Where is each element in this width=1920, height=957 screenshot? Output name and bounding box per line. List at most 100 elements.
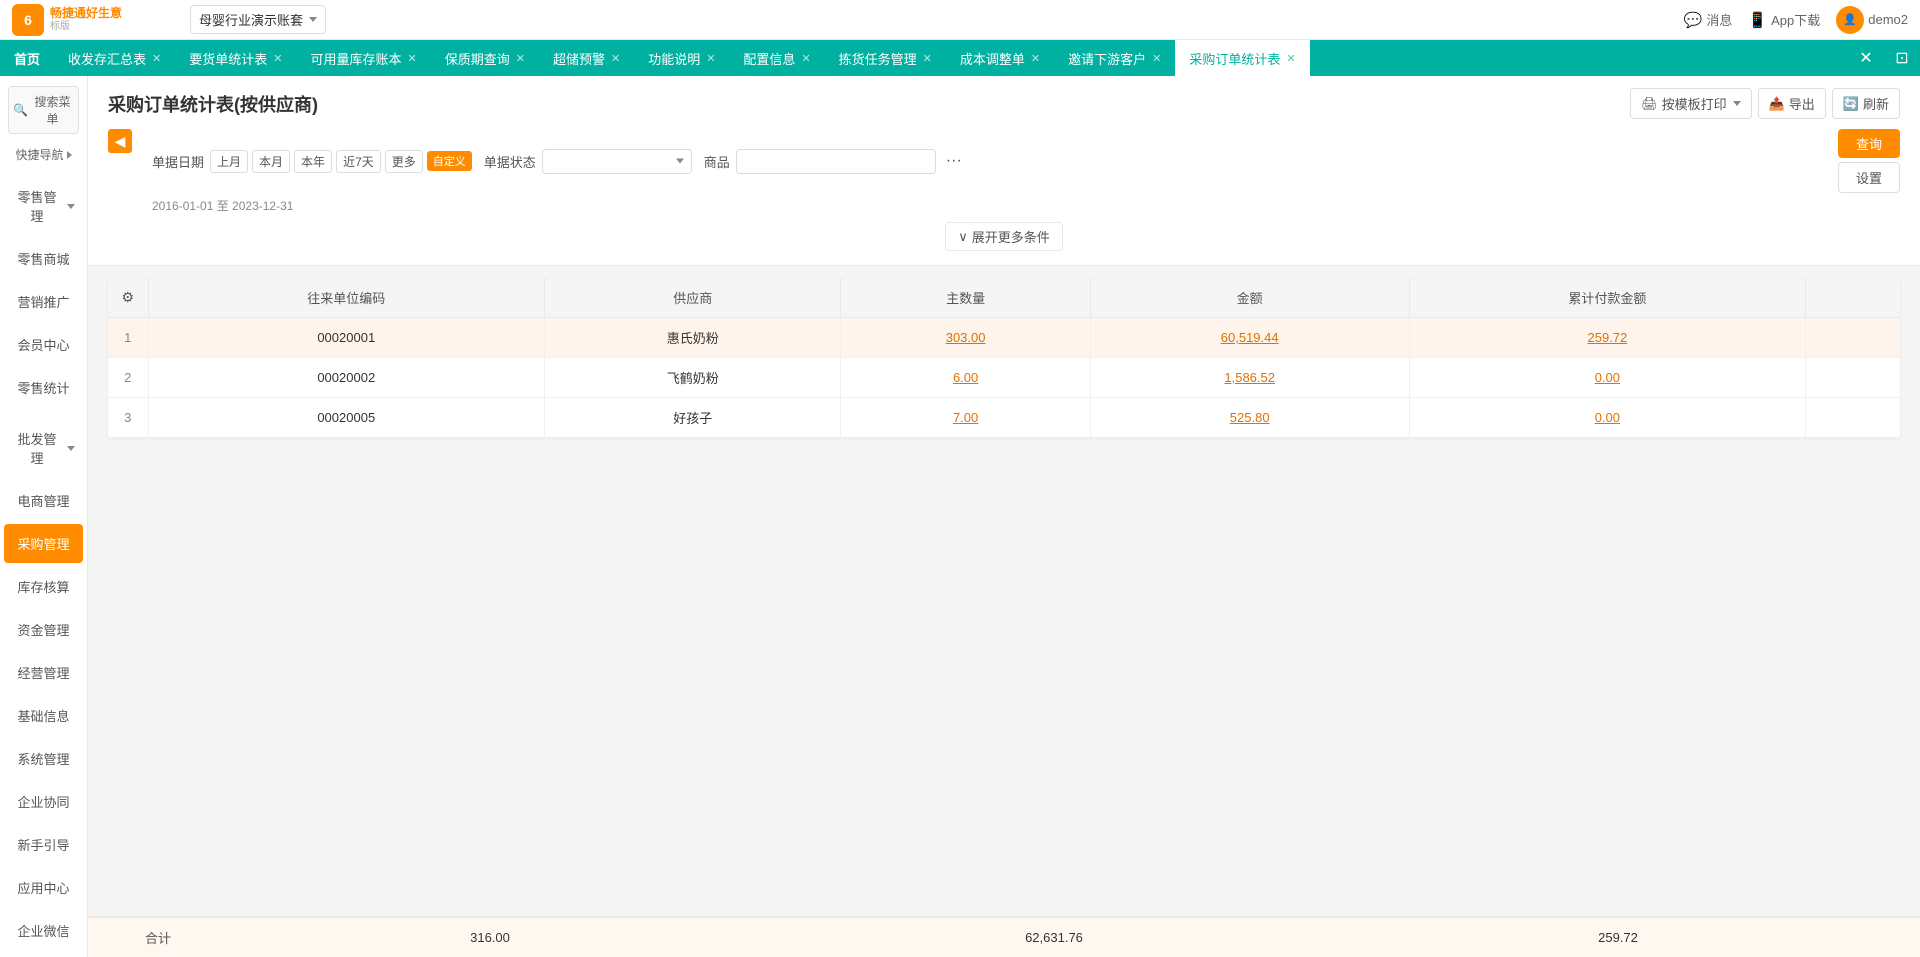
table-header: ⚙ 往来单位编码 供应商 主数量 金额 累计付款金额 [108, 278, 1900, 318]
tab-close-3[interactable]: ✕ [516, 52, 525, 65]
status-select[interactable] [542, 149, 692, 174]
sidebar-item-retail-management[interactable]: 零售管理 [4, 177, 83, 235]
tab-close-10[interactable]: ✕ [1286, 52, 1295, 65]
row-amount-3[interactable]: 525.80 [1090, 398, 1409, 438]
table-body: 1 00020001 惠氏奶粉 303.00 60,519.44 259.72 … [108, 318, 1900, 438]
sidebar-item-app-center[interactable]: 应用中心 [4, 868, 83, 907]
goods-filter: 商品 ··· [704, 149, 966, 174]
search-settings-buttons: 查询 设置 [1838, 129, 1900, 193]
shortcut-this-year[interactable]: 本年 [294, 150, 332, 173]
workspace-selector[interactable]: 母婴行业演示账套 [190, 5, 326, 34]
col-paid: 累计付款金额 [1409, 278, 1806, 318]
row-quantity-1[interactable]: 303.00 [841, 318, 1090, 358]
tab-2[interactable]: 可用量库存账本 ✕ [296, 40, 430, 76]
logo-text: 畅捷通好生意 标版 [50, 6, 122, 32]
search-button[interactable]: 查询 [1838, 129, 1900, 158]
sidebar-item-ecommerce[interactable]: 电商管理 [4, 481, 83, 520]
sidebar-item-basic-info[interactable]: 基础信息 [4, 696, 83, 735]
tab-8[interactable]: 成本调整单 ✕ [946, 40, 1054, 76]
row-paid-1[interactable]: 259.72 [1409, 318, 1806, 358]
tab-close-6[interactable]: ✕ [801, 52, 810, 65]
tab-close-7[interactable]: ✕ [923, 52, 932, 65]
data-table: ⚙ 往来单位编码 供应商 主数量 金额 累计付款金额 1 00020001 [108, 278, 1900, 438]
sidebar-item-system[interactable]: 系统管理 [4, 739, 83, 778]
sidebar-item-inventory[interactable]: 库存核算 [4, 567, 83, 606]
settings-button[interactable]: 设置 [1838, 162, 1900, 193]
tab-7[interactable]: 拣货任务管理 ✕ [825, 40, 946, 76]
print-icon: 🖨 [1641, 96, 1658, 112]
tab-home[interactable]: 首页 [0, 40, 54, 76]
nav-tabs: 首页 收发存汇总表 ✕ 要货单统计表 ✕ 可用量库存账本 ✕ 保质期查询 ✕ 超… [0, 40, 1920, 76]
quick-nav-chevron-icon [67, 151, 72, 159]
sidebar-item-member-center[interactable]: 会员中心 [4, 325, 83, 364]
tab-9[interactable]: 邀请下游客户 ✕ [1054, 40, 1175, 76]
search-menu-button[interactable]: 🔍 搜索菜单 [8, 86, 79, 134]
tab-close-2[interactable]: ✕ [408, 52, 417, 65]
filter-section: 采购订单统计表(按供应商) 🖨 按模板打印 📤 导出 🔄 刷新 [88, 76, 1920, 266]
tab-1[interactable]: 要货单统计表 ✕ [175, 40, 296, 76]
sidebar-item-wechat[interactable]: 企业微信 [4, 911, 83, 950]
row-amount-2[interactable]: 1,586.52 [1090, 358, 1409, 398]
message-button[interactable]: 💬 消息 [1684, 10, 1733, 29]
row-quantity-2[interactable]: 6.00 [841, 358, 1090, 398]
sidebar-item-guide[interactable]: 新手引导 [4, 825, 83, 864]
sidebar-item-finance[interactable]: 资金管理 [4, 610, 83, 649]
sidebar-item-retail-stats[interactable]: 零售统计 [4, 368, 83, 407]
table-row: 2 00020002 飞鹤奶粉 6.00 1,586.52 0.00 [108, 358, 1900, 398]
row-quantity-3[interactable]: 7.00 [841, 398, 1090, 438]
row-code-2: 00020002 [148, 358, 545, 398]
top-bar: 6 畅捷通好生意 标版 母婴行业演示账套 💬 消息 📱 App下载 👤 demo… [0, 0, 1920, 40]
row-empty-2 [1806, 358, 1900, 398]
row-supplier-2: 飞鹤奶粉 [545, 358, 841, 398]
table-settings-icon[interactable]: ⚙ [121, 289, 134, 305]
tab-6[interactable]: 配置信息 ✕ [729, 40, 824, 76]
tab-4[interactable]: 超储预警 ✕ [539, 40, 634, 76]
export-button[interactable]: 📤 导出 [1758, 88, 1826, 119]
row-amount-1[interactable]: 60,519.44 [1090, 318, 1409, 358]
summary-row: 合计 316.00 62,631.76 259.72 [88, 918, 1920, 957]
goods-more-button[interactable]: ··· [942, 152, 966, 170]
shortcut-7days[interactable]: 近7天 [336, 150, 381, 173]
close-window-button[interactable]: ✕ [1848, 40, 1884, 76]
download-icon: 📱 [1748, 11, 1767, 29]
sidebar-item-enterprise[interactable]: 企业协同 [4, 782, 83, 821]
refresh-button[interactable]: 🔄 刷新 [1832, 88, 1900, 119]
tab-close-1[interactable]: ✕ [273, 52, 282, 65]
row-paid-2[interactable]: 0.00 [1409, 358, 1806, 398]
shortcut-more[interactable]: 更多 [385, 150, 423, 173]
tab-3[interactable]: 保质期查询 ✕ [431, 40, 539, 76]
user-profile[interactable]: 👤 demo2 [1836, 6, 1908, 34]
expand-filters-button[interactable]: ∨ 展开更多条件 [945, 222, 1063, 251]
sidebar-item-retail-mall[interactable]: 零售商城 [4, 239, 83, 278]
sidebar-item-marketing[interactable]: 营销推广 [4, 282, 83, 321]
tab-10[interactable]: 采购订单统计表 ✕ [1175, 40, 1309, 76]
custom-badge: 自定义 [427, 151, 472, 171]
sidebar-item-operations[interactable]: 经营管理 [4, 653, 83, 692]
tab-close-5[interactable]: ✕ [706, 52, 715, 65]
row-paid-3[interactable]: 0.00 [1409, 398, 1806, 438]
row-supplier-1: 惠氏奶粉 [545, 318, 841, 358]
row-num-1: 1 [108, 318, 148, 358]
sidebar-item-purchase[interactable]: 采购管理 [4, 524, 83, 563]
table-row: 1 00020001 惠氏奶粉 303.00 60,519.44 259.72 [108, 318, 1900, 358]
quick-nav-label[interactable]: 快捷导航 [0, 140, 87, 167]
col-quantity: 主数量 [841, 278, 1090, 318]
goods-input[interactable] [736, 149, 936, 174]
print-button[interactable]: 🖨 按模板打印 [1630, 88, 1752, 119]
tab-5[interactable]: 功能说明 ✕ [634, 40, 729, 76]
summary-paid: 259.72 [1336, 930, 1900, 945]
shortcut-last-month[interactable]: 上月 [210, 150, 248, 173]
tab-close-9[interactable]: ✕ [1152, 52, 1161, 65]
toggle-filter-button[interactable]: ◀ [108, 129, 132, 153]
date-shortcuts: 上月 本月 本年 近7天 更多 自定义 [210, 150, 472, 173]
tab-close-8[interactable]: ✕ [1031, 52, 1040, 65]
shortcut-this-month[interactable]: 本月 [252, 150, 290, 173]
restore-window-button[interactable]: ⊡ [1884, 40, 1920, 76]
tab-0[interactable]: 收发存汇总表 ✕ [54, 40, 175, 76]
tab-close-0[interactable]: ✕ [152, 52, 161, 65]
sidebar-item-wholesale[interactable]: 批发管理 [4, 419, 83, 477]
retail-management-chevron-icon [67, 204, 75, 209]
tab-close-4[interactable]: ✕ [611, 52, 620, 65]
app-download-button[interactable]: 📱 App下载 [1748, 10, 1820, 29]
workspace-chevron-icon [309, 17, 317, 22]
